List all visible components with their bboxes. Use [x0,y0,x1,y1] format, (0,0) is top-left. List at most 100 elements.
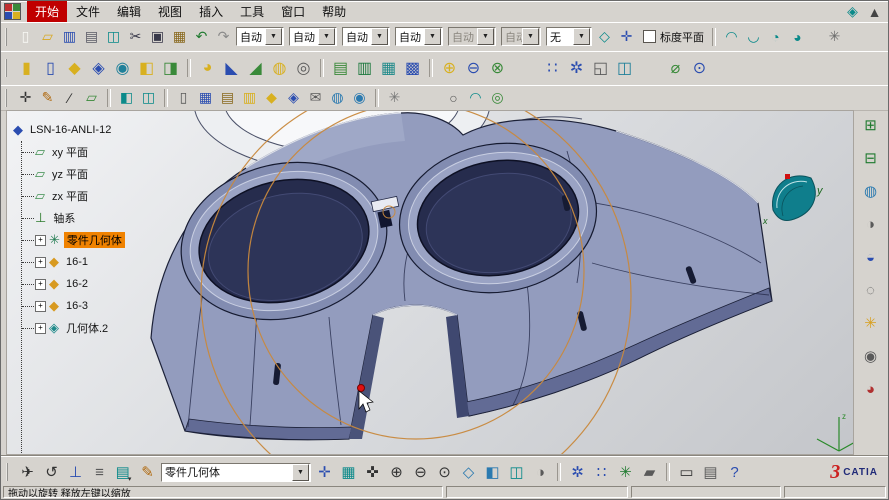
redo-icon[interactable]: ↷ [213,27,234,47]
sketcher-icon[interactable]: ◧ [116,88,137,108]
print-preview-icon[interactable]: ◫ [103,27,124,47]
3d-viewport[interactable]: y x z ◆ LSN-16-ANLI-12 ▱ xy 平面 ▱ yz 平面 ▱ zx 平面 ⊥… [6,110,854,455]
tree-node-yz-plane[interactable]: yz 平面 [49,166,91,182]
settings-wheel-icon[interactable]: ✳ [824,27,845,47]
status-cell-1[interactable] [631,486,781,498]
plane-mode-icon[interactable]: ◇ [594,27,615,47]
menu-view[interactable]: 视图 [150,1,190,22]
wireframe-globe-icon[interactable]: ◍ [860,181,881,201]
tree-expander[interactable]: + [35,278,46,290]
pattern-icon[interactable]: ▩ [401,56,424,80]
scale-body-icon[interactable]: ◱ [589,56,612,80]
menu-file[interactable]: 文件 [68,1,108,22]
tree-node-geometry-2[interactable]: 几何体.2 [63,320,111,336]
iso-view-icon[interactable]: ◇ [457,461,480,483]
menu-tools[interactable]: 工具 [232,1,272,22]
ruler-icon[interactable]: ≡ [88,461,111,483]
sketch-grid-icon[interactable]: ◫ [138,88,159,108]
measure-icon[interactable]: ⊙ [688,56,711,80]
render-combo-2[interactable]: 自动 ▼ [289,27,337,46]
open-folder-icon[interactable]: ▱ [37,27,58,47]
slot-icon[interactable]: ◨ [159,56,182,80]
mirror-icon[interactable]: ◫ [613,56,636,80]
gear2-icon[interactable]: ✳ [614,461,637,483]
snap-points-icon[interactable]: ∷ [590,461,613,483]
cut-icon[interactable]: ✂ [125,27,146,47]
pencil-small-icon[interactable]: ✎ [136,461,159,483]
tree-node-xy-plane[interactable]: xy 平面 [49,144,91,160]
pocket-icon[interactable]: ▯ [39,56,62,80]
menu-start[interactable]: 开始 [27,1,68,22]
tree-node-body-16-3[interactable]: 16-3 [63,300,91,312]
line-icon[interactable]: ∕ [59,88,80,108]
chevron-down-icon[interactable]: ▼ [424,28,441,45]
chamfer-icon[interactable]: ◣ [220,56,243,80]
tree-node-part-body[interactable]: 零件几何体 [63,232,125,248]
printer-small-icon[interactable]: ▤ [699,461,722,483]
gear-icon[interactable]: ✳ [384,88,405,108]
menu-edit[interactable]: 编辑 [109,1,149,22]
tree-node-zx-plane[interactable]: zx 平面 [49,188,91,204]
star-pattern-icon[interactable]: ✲ [566,461,589,483]
tree-node-body-16-1[interactable]: 16-1 [63,256,91,268]
graph-tree-icon[interactable]: ⊟ [860,148,881,168]
tree-node-root[interactable]: LSN-16-ANLI-12 [27,124,114,136]
paint-icon[interactable]: ◕ [860,379,881,399]
hide-show-icon[interactable]: ◒ [860,247,881,267]
wireframe-view-icon[interactable]: ◫ [505,461,528,483]
select-icon[interactable]: ✛ [15,88,36,108]
menu-help[interactable]: 帮助 [314,1,354,22]
curve-tool-icon[interactable]: ◡ [743,27,764,47]
world-icon[interactable]: ◉ [349,88,370,108]
chevron-down-icon[interactable]: ▼ [573,28,590,45]
shell-icon[interactable]: ◍ [268,56,291,80]
chevron-down-icon[interactable]: ▼ [265,28,282,45]
axis-system-small-icon[interactable]: ⊥ [64,461,87,483]
circ-pattern-icon[interactable]: ✲ [565,56,588,80]
render-combo-3[interactable]: 自动 ▼ [342,27,390,46]
arc2-tool-icon[interactable]: ◠ [465,88,486,108]
toolbar-grip[interactable] [5,59,10,77]
tree-expander[interactable]: + [35,300,46,312]
toolbar-overflow-icon[interactable]: ▲ [864,2,885,22]
render-combo-4[interactable]: 自动 ▼ [395,27,443,46]
rect-pattern-icon[interactable]: ∷ [541,56,564,80]
chevron-down-icon[interactable]: ▼ [292,463,309,481]
save-icon[interactable]: ▥ [59,27,80,47]
component-icon[interactable]: ◈ [283,88,304,108]
thickness-icon[interactable]: ◎ [292,56,315,80]
pan-icon[interactable]: ✜ [361,461,384,483]
draft-icon[interactable]: ◢ [244,56,267,80]
stack-icon[interactable]: ▤ [329,56,352,80]
catalog-icon[interactable]: ▥ [239,88,260,108]
boolean-intersect-icon[interactable]: ⊗ [486,56,509,80]
undo-icon[interactable]: ↶ [191,27,212,47]
fillet-icon[interactable]: ◕ [196,56,219,80]
spec-tree-icon[interactable]: ⊞ [860,115,881,135]
zoom-in-icon[interactable]: ⊕ [385,461,408,483]
magnifier-icon[interactable]: ◌ [860,280,881,300]
fly-mode-icon[interactable]: ✈ [16,461,39,483]
menu-window[interactable]: 窗口 [273,1,313,22]
tree-node-body-16-2[interactable]: 16-2 [63,278,91,290]
hide-show-swap-icon[interactable]: ◑ [529,461,552,483]
chevron-down-icon[interactable]: ▼ [371,28,388,45]
help-icon[interactable]: ? [723,461,746,483]
tree-node-axis-system[interactable]: 轴系 [50,210,78,226]
light-icon[interactable]: ✳ [860,313,881,333]
pad-icon[interactable]: ▮ [15,56,38,80]
normal-view-icon[interactable]: ⊙ [433,461,456,483]
scale-plane-checkbox[interactable] [643,30,656,43]
keyboard-icon[interactable]: ▭ [675,461,698,483]
chevron-down-icon[interactable]: ▼ [522,28,539,45]
toolbar-grip[interactable] [5,27,10,46]
target-tool-icon[interactable]: ◎ [487,88,508,108]
layer-filter-icon[interactable]: ▤ ▾ [112,461,135,483]
new-file-icon[interactable]: ▯ [15,27,36,47]
plane-tool-icon[interactable]: ▱ [81,88,102,108]
render-combo-1[interactable]: 自动 ▼ [236,27,284,46]
workbench-icon[interactable]: ◈ [842,2,863,22]
rib-icon[interactable]: ◧ [135,56,158,80]
pencil-icon[interactable]: ✎ [37,88,58,108]
layers-icon[interactable]: ▦ [377,56,400,80]
